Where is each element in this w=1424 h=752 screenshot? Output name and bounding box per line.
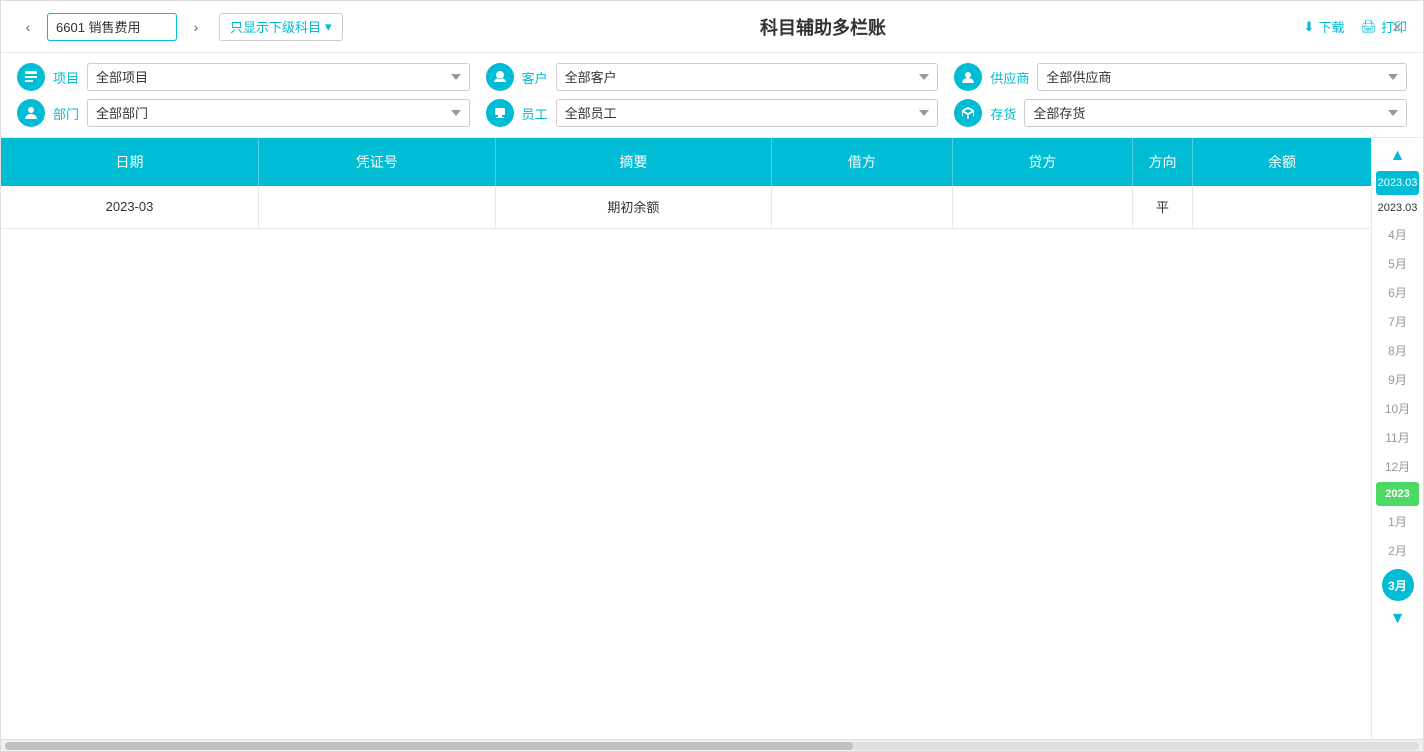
col-direction: 方向 [1133, 138, 1193, 186]
sidebar-item-7[interactable]: 7月 [1372, 307, 1423, 336]
top-bar: ‹ 6601 销售费用 › 只显示下级科目 ▾ 科目辅助多栏账 ⬇ 下载 🖨 打… [1, 1, 1423, 53]
sidebar-item-2023-03-1[interactable]: 2023.03 [1376, 171, 1419, 195]
ledger-table: 日期 凭证号 摘要 借方 贷方 方向 余额 2023-03 期初余额 [1, 138, 1371, 229]
prev-account-btn[interactable]: ‹ [17, 16, 39, 38]
account-code-label: 6601 销售费用 [56, 17, 141, 36]
sidebar-down-btn[interactable]: ▼ [1384, 605, 1412, 633]
table-container: 日期 凭证号 摘要 借方 贷方 方向 余额 2023-03 期初余额 [1, 138, 1423, 739]
download-label: 下载 [1318, 17, 1344, 36]
project-icon [17, 63, 45, 91]
scroll-track [5, 742, 1419, 750]
close-btn[interactable]: × [1383, 13, 1411, 41]
project-select[interactable]: 全部项目 [87, 63, 470, 91]
supplier-select[interactable]: 全部供应商 [1037, 63, 1407, 91]
sidebar-item-11[interactable]: 11月 [1372, 423, 1423, 452]
filter-supplier: 供应商 全部供应商 [954, 63, 1407, 91]
filter-inventory: 存货 全部存货 [954, 99, 1407, 127]
col-credit: 贷方 [952, 138, 1132, 186]
customer-label: 客户 [522, 68, 548, 87]
sidebar-item-10[interactable]: 10月 [1372, 394, 1423, 423]
dropdown-icon: ▾ [325, 19, 332, 35]
account-code-box: 6601 销售费用 [47, 13, 177, 41]
col-date: 日期 [1, 138, 258, 186]
filter-project: 项目 全部项目 [17, 63, 470, 91]
sidebar-item-9[interactable]: 9月 [1372, 365, 1423, 394]
download-icon: ⬇ [1304, 19, 1315, 35]
department-label: 部门 [53, 104, 79, 123]
sidebar-item-year-2023[interactable]: 2023 [1376, 482, 1419, 506]
table-row: 2023-03 期初余额 平 [1, 186, 1371, 228]
main-window: ‹ 6601 销售费用 › 只显示下级科目 ▾ 科目辅助多栏账 ⬇ 下载 🖨 打… [0, 0, 1424, 752]
download-btn[interactable]: ⬇ 下载 [1304, 17, 1345, 36]
filter-customer: 客户 全部客户 [486, 63, 939, 91]
sidebar-item-1[interactable]: 1月 [1372, 507, 1423, 536]
cell-date: 2023-03 [1, 186, 258, 228]
col-voucher: 凭证号 [258, 138, 495, 186]
customer-icon [486, 63, 514, 91]
cell-balance [1193, 186, 1371, 228]
employee-icon [486, 99, 514, 127]
cell-credit [952, 186, 1132, 228]
filter-bar: 项目 全部项目 客户 全部客户 供应商 全部供应商 [1, 53, 1423, 138]
sidebar-item-6[interactable]: 6月 [1372, 278, 1423, 307]
sidebar-item-2023-03-2[interactable]: 2023.03 [1372, 196, 1423, 220]
sidebar-item-12[interactable]: 12月 [1372, 452, 1423, 481]
sidebar-item-3[interactable]: 3月 [1382, 569, 1414, 601]
main-content: 日期 凭证号 摘要 借方 贷方 方向 余额 2023-03 期初余额 [1, 138, 1371, 739]
bottom-scrollbar[interactable] [1, 739, 1423, 751]
inventory-label: 存货 [990, 104, 1016, 123]
employee-label: 员工 [522, 104, 548, 123]
print-icon: 🖨 [1360, 19, 1377, 35]
sidebar-item-8[interactable]: 8月 [1372, 336, 1423, 365]
scroll-thumb [5, 742, 853, 750]
col-debit: 借方 [772, 138, 952, 186]
right-sidebar: ▲ 2023.03 2023.03 4月 5月 6月 7月 8月 9月 10月 … [1371, 138, 1423, 739]
sidebar-item-4[interactable]: 4月 [1372, 220, 1423, 249]
cell-direction: 平 [1133, 186, 1193, 228]
cell-voucher [258, 186, 495, 228]
supplier-label: 供应商 [990, 68, 1029, 87]
col-balance: 余额 [1193, 138, 1371, 186]
sidebar-up-btn[interactable]: ▲ [1384, 142, 1412, 170]
department-select[interactable]: 全部部门 [87, 99, 470, 127]
filter-employee: 员工 全部员工 [486, 99, 939, 127]
customer-select[interactable]: 全部客户 [556, 63, 939, 91]
sidebar-item-2[interactable]: 2月 [1372, 536, 1423, 565]
col-summary: 摘要 [495, 138, 772, 186]
supplier-icon [954, 63, 982, 91]
department-icon [17, 99, 45, 127]
next-account-btn[interactable]: › [185, 16, 207, 38]
inventory-icon [954, 99, 982, 127]
only-sub-btn[interactable]: 只显示下级科目 ▾ [219, 13, 343, 41]
project-label: 项目 [53, 68, 79, 87]
sidebar-item-5[interactable]: 5月 [1372, 249, 1423, 278]
cell-summary: 期初余额 [495, 186, 772, 228]
filter-department: 部门 全部部门 [17, 99, 470, 127]
only-sub-label: 只显示下级科目 [230, 17, 321, 36]
inventory-select[interactable]: 全部存货 [1024, 99, 1407, 127]
employee-select[interactable]: 全部员工 [556, 99, 939, 127]
page-title: 科目辅助多栏账 [351, 14, 1296, 40]
cell-debit [772, 186, 952, 228]
